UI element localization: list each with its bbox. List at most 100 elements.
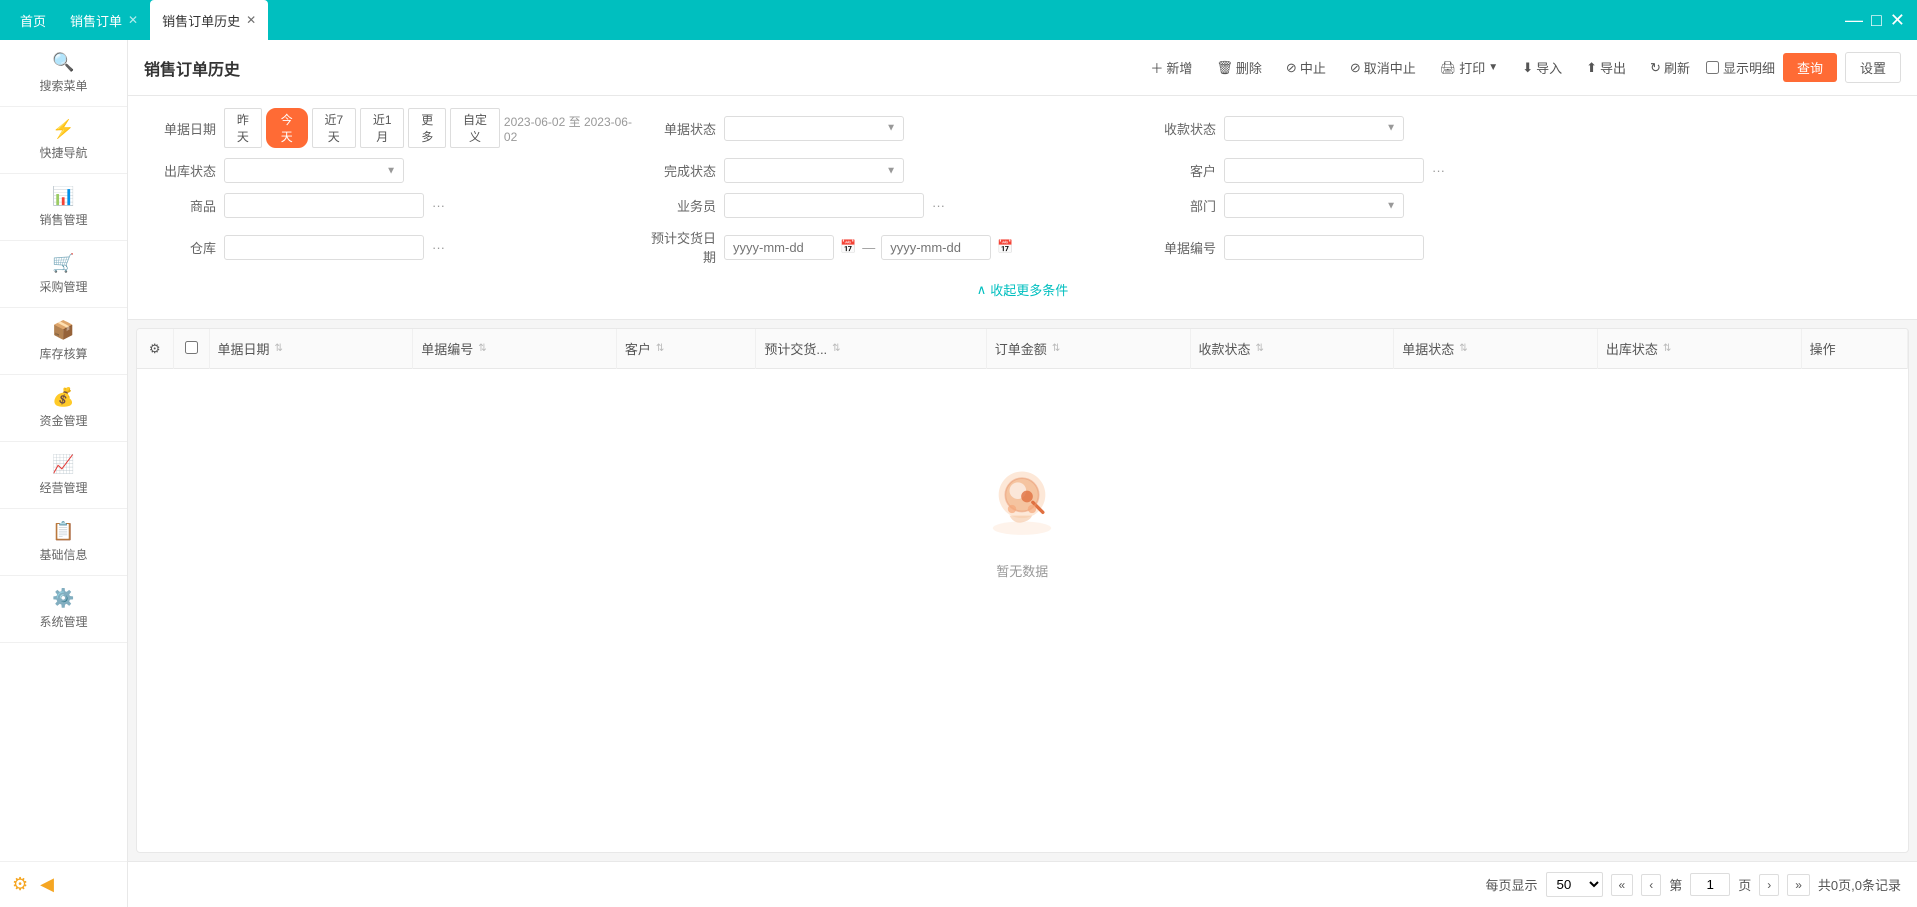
page-title: 销售订单历史 bbox=[144, 56, 240, 80]
tab-sales-order-history[interactable]: 销售订单历史 ✕ bbox=[150, 0, 268, 40]
close-tab-sales-order[interactable]: ✕ bbox=[128, 13, 138, 27]
sidebar-item-system[interactable]: ⚙️ 系统管理 bbox=[0, 576, 127, 643]
customer-more-btn[interactable]: ··· bbox=[1428, 163, 1449, 178]
warehouse-more-btn[interactable]: ··· bbox=[428, 240, 449, 255]
payment-status-label: 收款状态 bbox=[1144, 119, 1224, 138]
collapse-row[interactable]: ∧ 收起更多条件 bbox=[144, 276, 1901, 307]
cancel-stop-btn[interactable]: ⊘ 取消中止 bbox=[1342, 54, 1424, 81]
date-7days-btn[interactable]: 近7天 bbox=[312, 108, 356, 148]
refresh-btn[interactable]: ↻ 刷新 bbox=[1642, 54, 1698, 81]
warehouse-status-select[interactable] bbox=[224, 158, 404, 183]
sidebar-item-finance[interactable]: 💰 资金管理 bbox=[0, 375, 127, 442]
warehouse-input[interactable] bbox=[224, 235, 424, 260]
tab-home[interactable]: 首页 bbox=[8, 0, 58, 40]
delete-btn[interactable]: 🗑 删除 bbox=[1208, 54, 1270, 81]
salesperson-more-btn[interactable]: ··· bbox=[928, 198, 949, 213]
table-col-expected-date[interactable]: 预计交货... ⇅ bbox=[756, 329, 986, 369]
goods-more-btn[interactable]: ··· bbox=[428, 198, 449, 213]
page-size-select[interactable]: 50 10 20 100 bbox=[1546, 872, 1603, 897]
bill-status-select[interactable] bbox=[724, 116, 904, 141]
close-btn[interactable]: ✕ bbox=[1890, 10, 1905, 31]
sidebar-item-purchase[interactable]: 🛒 采购管理 bbox=[0, 241, 127, 308]
current-page-input[interactable] bbox=[1690, 873, 1730, 896]
print-btn[interactable]: 🖨 打印 ▼ bbox=[1432, 54, 1506, 81]
table-col-settings[interactable]: ⚙ bbox=[137, 329, 173, 369]
date-today-btn[interactable]: 今天 bbox=[266, 108, 308, 148]
sidebar: 🔍 搜索菜单 ⚡ 快捷导航 📊 销售管理 🛒 采购管理 📦 库存核算 💰 资金管… bbox=[0, 40, 128, 907]
warehouse-status-select-wrapper bbox=[224, 158, 404, 183]
close-tab-sales-order-history[interactable]: ✕ bbox=[246, 13, 256, 27]
expected-date-from-input[interactable] bbox=[724, 235, 834, 260]
sidebar-item-shortcuts[interactable]: ⚡ 快捷导航 bbox=[0, 107, 127, 174]
first-page-btn[interactable]: « bbox=[1611, 874, 1634, 896]
date-custom-btn[interactable]: 自定义 bbox=[450, 108, 500, 148]
stop-btn[interactable]: ⊘ 中止 bbox=[1278, 54, 1334, 81]
plus-icon: ＋ bbox=[1150, 58, 1163, 77]
dept-select[interactable] bbox=[1224, 193, 1404, 218]
complete-status-label: 完成状态 bbox=[644, 161, 724, 180]
sort-payment-status-icon: ⇅ bbox=[1256, 343, 1264, 354]
finance-icon: 💰 bbox=[52, 387, 74, 408]
total-records-label: 共0页,0条记录 bbox=[1818, 875, 1901, 894]
new-btn[interactable]: ＋ 新增 bbox=[1142, 54, 1200, 81]
bill-status-label: 单据状态 bbox=[644, 119, 724, 138]
sidebar-item-operations[interactable]: 📈 经营管理 bbox=[0, 442, 127, 509]
sidebar-item-search[interactable]: 🔍 搜索菜单 bbox=[0, 40, 127, 107]
bill-status-control bbox=[724, 116, 1144, 141]
import-btn[interactable]: ⬇ 导入 bbox=[1514, 54, 1570, 81]
import-icon: ⬇ bbox=[1522, 60, 1533, 76]
complete-status-select[interactable] bbox=[724, 158, 904, 183]
bill-no-input[interactable] bbox=[1224, 235, 1424, 260]
export-btn[interactable]: ⬆ 导出 bbox=[1578, 54, 1634, 81]
basic-info-icon: 📋 bbox=[52, 521, 74, 542]
bill-status-select-wrapper bbox=[724, 116, 904, 141]
table-col-checkbox[interactable] bbox=[173, 329, 209, 369]
prev-page-btn[interactable]: ‹ bbox=[1641, 874, 1661, 896]
table-col-bill-no[interactable]: 单据编号 ⇅ bbox=[413, 329, 617, 369]
dept-select-wrapper bbox=[1224, 193, 1404, 218]
sidebar-item-basic-info[interactable]: 📋 基础信息 bbox=[0, 509, 127, 576]
sort-amount-icon: ⇅ bbox=[1052, 343, 1060, 354]
maximize-btn[interactable]: □ bbox=[1871, 10, 1882, 31]
settings-btn[interactable]: 设置 bbox=[1845, 52, 1901, 83]
calendar-from-icon[interactable]: 📅 bbox=[840, 239, 856, 255]
expected-date-to-input[interactable] bbox=[881, 235, 991, 260]
print-icon: 🖨 bbox=[1440, 60, 1457, 76]
date-1month-btn[interactable]: 近1月 bbox=[360, 108, 404, 148]
page-title-row: 销售订单历史 ＋ 新增 🗑 删除 ⊘ 中止 bbox=[144, 52, 1901, 83]
customer-control: ··· bbox=[1224, 158, 1644, 183]
table-col-bill-status[interactable]: 单据状态 ⇅ bbox=[1394, 329, 1598, 369]
sidebar-item-sales[interactable]: 📊 销售管理 bbox=[0, 174, 127, 241]
tab-sales-order[interactable]: 销售订单 ✕ bbox=[58, 0, 150, 40]
minimize-btn[interactable]: — bbox=[1845, 10, 1863, 31]
collapse-sidebar-icon[interactable]: ◀ bbox=[40, 874, 54, 895]
cancel-stop-icon: ⊘ bbox=[1350, 60, 1361, 76]
next-page-btn[interactable]: › bbox=[1759, 874, 1779, 896]
table-col-payment-status[interactable]: 收款状态 ⇅ bbox=[1190, 329, 1394, 369]
table-col-date[interactable]: 单据日期 ⇅ bbox=[209, 329, 413, 369]
purchase-icon: 🛒 bbox=[52, 253, 74, 274]
filter-row-4: 仓库 ··· 预计交货日期 📅 — 📅 单据编号 bbox=[144, 228, 1901, 266]
dept-control bbox=[1224, 193, 1644, 218]
content-area: 销售订单历史 ＋ 新增 🗑 删除 ⊘ 中止 bbox=[128, 40, 1917, 907]
table-col-warehouse-status[interactable]: 出库状态 ⇅ bbox=[1597, 329, 1801, 369]
page-label-before: 第 bbox=[1669, 875, 1682, 894]
last-page-btn[interactable]: » bbox=[1787, 874, 1810, 896]
salesperson-input[interactable] bbox=[724, 193, 924, 218]
date-yesterday-btn[interactable]: 昨天 bbox=[224, 108, 262, 148]
warehouse-control: ··· bbox=[224, 235, 644, 260]
query-btn[interactable]: 查询 bbox=[1783, 53, 1837, 82]
payment-status-select[interactable] bbox=[1224, 116, 1404, 141]
date-more-btn[interactable]: 更多 bbox=[408, 108, 446, 148]
display-cols-checkbox[interactable] bbox=[1706, 61, 1719, 74]
table-col-customer[interactable]: 客户 ⇅ bbox=[616, 329, 755, 369]
table-col-amount[interactable]: 订单金额 ⇅ bbox=[986, 329, 1190, 369]
filter-row-3: 商品 ··· 业务员 ··· 部门 bbox=[144, 193, 1901, 218]
goods-input[interactable] bbox=[224, 193, 424, 218]
select-all-checkbox[interactable] bbox=[185, 341, 198, 354]
calendar-to-icon[interactable]: 📅 bbox=[997, 239, 1013, 255]
sidebar-item-inventory[interactable]: 📦 库存核算 bbox=[0, 308, 127, 375]
settings-icon[interactable]: ⚙ bbox=[12, 874, 28, 895]
main-layout: 🔍 搜索菜单 ⚡ 快捷导航 📊 销售管理 🛒 采购管理 📦 库存核算 💰 资金管… bbox=[0, 40, 1917, 907]
customer-input[interactable] bbox=[1224, 158, 1424, 183]
